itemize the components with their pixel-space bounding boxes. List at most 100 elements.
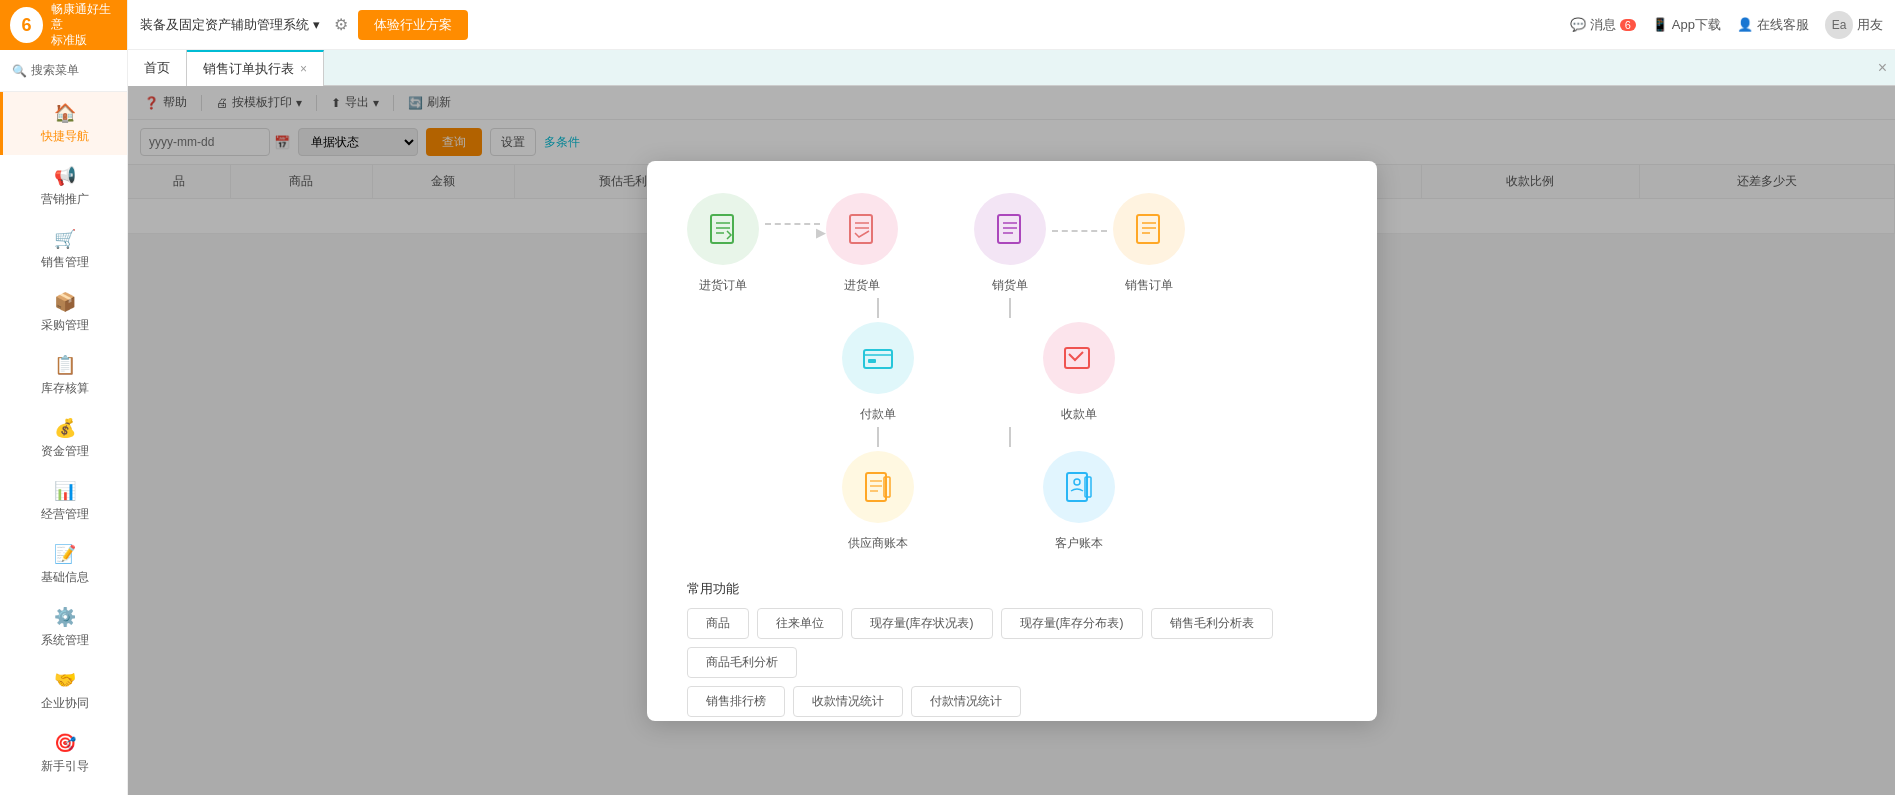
func-btn-product-profit[interactable]: 商品毛利分析 xyxy=(687,647,797,678)
sidebar-item-basic-info[interactable]: 📝 基础信息 xyxy=(0,533,127,596)
svg-rect-24 xyxy=(1067,473,1087,501)
svg-rect-0 xyxy=(711,215,733,243)
online-service-btn[interactable]: 👤 在线客服 xyxy=(1737,16,1809,34)
mobile-icon: 📱 xyxy=(1652,17,1668,32)
sidebar-item-enterprise[interactable]: 🤝 企业协同 xyxy=(0,659,127,722)
common-functions-section: 常用功能 商品 往来单位 现存量(库存状况表) 现存量(库存分布表) 销售毛利分… xyxy=(687,580,1337,717)
supplier-ledger-circle xyxy=(842,451,914,523)
avatar: Ea xyxy=(1825,11,1853,39)
svg-rect-10 xyxy=(866,473,886,501)
svg-rect-19 xyxy=(1137,215,1159,243)
sidebar-item-sales[interactable]: 🛒 销售管理 xyxy=(0,218,127,281)
svg-rect-9 xyxy=(868,359,876,363)
purchase-order-label: 进货订单 xyxy=(699,277,747,294)
func-btn-partner[interactable]: 往来单位 xyxy=(757,608,843,639)
purchase-bill-circle xyxy=(826,193,898,265)
common-functions-title: 常用功能 xyxy=(687,580,1337,598)
service-icon: 👤 xyxy=(1737,17,1753,32)
flow-popup: 进货订单 ▶ xyxy=(647,161,1377,721)
flow-node-sales-order[interactable]: 销售订单 xyxy=(1113,193,1185,294)
popup-inner: 进货订单 ▶ xyxy=(647,161,1377,721)
sidebar-item-finance[interactable]: 💰 资金管理 xyxy=(0,407,127,470)
sidebar: 6 畅康通好生意 标准版 🔍 搜索菜单 🏠 快捷导航 📢 营销推广 🛒 xyxy=(0,0,128,795)
system-title: 装备及固定资产辅助管理系统 xyxy=(140,16,309,34)
sidebar-item-purchase[interactable]: 📦 采购管理 xyxy=(0,281,127,344)
flow-node-customer-ledger[interactable]: 客户账本 xyxy=(974,451,1185,552)
logo-area: 6 畅康通好生意 标准版 xyxy=(0,0,127,50)
search-icon: 🔍 xyxy=(12,64,27,78)
main-area: 装备及固定资产辅助管理系统 ▾ ⚙ 体验行业方案 💬 消息 6 📱 App下载 … xyxy=(128,0,1895,795)
home-icon: 🏠 xyxy=(54,102,76,124)
sales-bill-circle xyxy=(974,193,1046,265)
svg-point-26 xyxy=(1074,479,1080,485)
flow-node-purchase-bill[interactable]: 进货单 xyxy=(826,193,898,294)
message-btn[interactable]: 💬 消息 6 xyxy=(1570,16,1636,34)
func-buttons-row-2: 销售排行榜 收款情况统计 付款情况统计 xyxy=(687,686,1337,717)
search-menu-button[interactable]: 🔍 搜索菜单 xyxy=(8,58,119,83)
sidebar-item-system[interactable]: ⚙️ 系统管理 xyxy=(0,596,127,659)
system-title-dropdown[interactable]: 装备及固定资产辅助管理系统 ▾ xyxy=(140,16,320,34)
inventory-icon: 📋 xyxy=(54,354,76,376)
search-area[interactable]: 🔍 搜索菜单 xyxy=(0,50,127,92)
tabbar: 首页 销售订单执行表 × × xyxy=(128,50,1895,86)
tab-home[interactable]: 首页 xyxy=(128,50,187,86)
sidebar-item-guide[interactable]: 🎯 新手引导 xyxy=(0,722,127,785)
customer-ledger-label: 客户账本 xyxy=(1055,535,1103,552)
sidebar-item-inventory[interactable]: 📋 库存核算 xyxy=(0,344,127,407)
func-btn-sales-profit[interactable]: 销售毛利分析表 xyxy=(1151,608,1273,639)
experience-btn[interactable]: 体验行业方案 xyxy=(358,10,468,40)
sidebar-item-quick-nav[interactable]: 🏠 快捷导航 xyxy=(0,92,127,155)
app-download-btn[interactable]: 📱 App下载 xyxy=(1652,16,1721,34)
operations-icon: 📊 xyxy=(54,480,76,502)
flow-node-receipt-bill[interactable]: 收款单 xyxy=(974,322,1185,423)
purchase-icon: 📦 xyxy=(54,291,76,313)
topbar-right: 💬 消息 6 📱 App下载 👤 在线客服 Ea 用友 xyxy=(1570,11,1883,39)
system-icon: ⚙️ xyxy=(54,606,76,628)
sidebar-menu: 🏠 快捷导航 📢 营销推广 🛒 销售管理 📦 采购管理 📋 库存核算 💰 xyxy=(0,92,127,795)
purchase-bill-label: 进货单 xyxy=(844,277,880,294)
sales-bill-label: 销货单 xyxy=(992,277,1028,294)
settings-icon[interactable]: ⚙ xyxy=(334,15,348,34)
guide-icon: 🎯 xyxy=(54,732,76,754)
logo-text: 畅康通好生意 标准版 xyxy=(51,2,117,49)
topbar: 装备及固定资产辅助管理系统 ▾ ⚙ 体验行业方案 💬 消息 6 📱 App下载 … xyxy=(128,0,1895,50)
user-avatar-area[interactable]: Ea 用友 xyxy=(1825,11,1883,39)
func-buttons-row-1: 商品 往来单位 现存量(库存状况表) 现存量(库存分布表) 销售毛利分析表 商品… xyxy=(687,608,1337,678)
logo-icon: 6 xyxy=(10,7,43,43)
finance-icon: 💰 xyxy=(54,417,76,439)
tab-close-main-icon[interactable]: × xyxy=(1878,59,1887,77)
payment-bill-label: 付款单 xyxy=(860,406,896,423)
flow-overlay[interactable]: 进货订单 ▶ xyxy=(128,86,1895,795)
func-btn-payment-stats[interactable]: 付款情况统计 xyxy=(911,686,1021,717)
tab-close-icon[interactable]: × xyxy=(300,62,307,76)
func-btn-receipt-stats[interactable]: 收款情况统计 xyxy=(793,686,903,717)
flow-node-supplier-ledger[interactable]: 供应商账本 xyxy=(842,451,914,552)
func-btn-product[interactable]: 商品 xyxy=(687,608,749,639)
sidebar-item-marketing[interactable]: 📢 营销推广 xyxy=(0,155,127,218)
sidebar-item-operations[interactable]: 📊 经营管理 xyxy=(0,470,127,533)
receipt-bill-circle xyxy=(1043,322,1115,394)
sales-order-label: 销售订单 xyxy=(1125,277,1173,294)
func-btn-sales-rank[interactable]: 销售排行榜 xyxy=(687,686,785,717)
supplier-ledger-label: 供应商账本 xyxy=(848,535,908,552)
flow-node-sales-bill[interactable]: 销货单 xyxy=(974,193,1046,294)
tab-sales-order[interactable]: 销售订单执行表 × xyxy=(187,50,324,86)
flow-node-purchase-order[interactable]: 进货订单 xyxy=(687,193,759,294)
flow-node-payment-bill[interactable]: 付款单 xyxy=(842,322,914,423)
svg-rect-15 xyxy=(998,215,1020,243)
func-btn-stock-status[interactable]: 现存量(库存状况表) xyxy=(851,608,993,639)
receipt-bill-label: 收款单 xyxy=(1061,406,1097,423)
flow-diagram: 进货订单 ▶ xyxy=(687,193,1337,552)
purchase-order-circle xyxy=(687,193,759,265)
sales-order-circle xyxy=(1113,193,1185,265)
basic-info-icon: 📝 xyxy=(54,543,76,565)
svg-rect-7 xyxy=(864,350,892,368)
message-icon: 💬 xyxy=(1570,17,1586,32)
enterprise-icon: 🤝 xyxy=(54,669,76,691)
payment-bill-circle xyxy=(842,322,914,394)
func-btn-stock-distribution[interactable]: 现存量(库存分布表) xyxy=(1001,608,1143,639)
sales-icon: 🛒 xyxy=(54,228,76,250)
customer-ledger-circle xyxy=(1043,451,1115,523)
svg-rect-4 xyxy=(850,215,872,243)
message-badge: 6 xyxy=(1620,19,1636,31)
